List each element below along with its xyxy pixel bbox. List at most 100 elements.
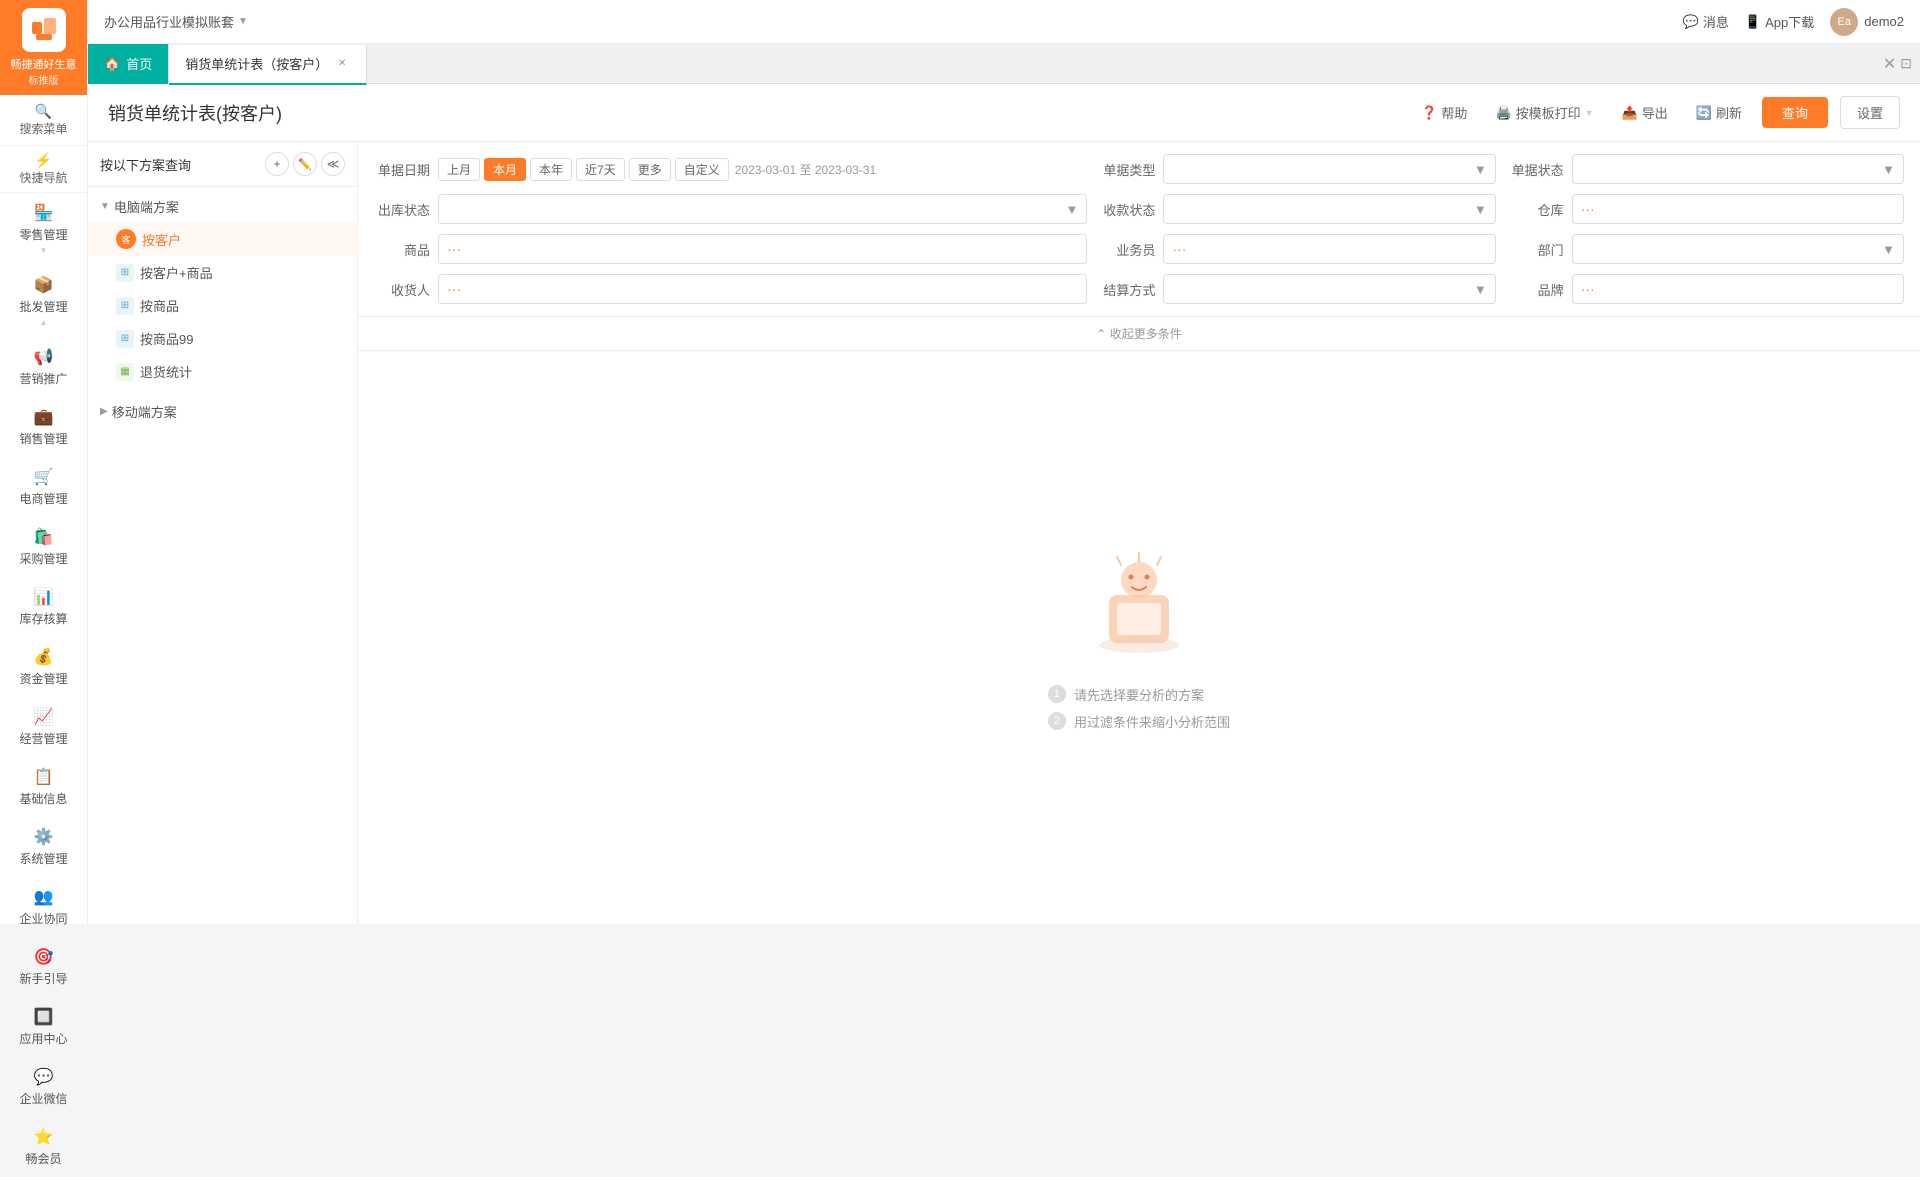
out-status-select[interactable]: ▼ [438, 194, 1087, 224]
edit-scheme-btn[interactable]: ✏️ [293, 152, 317, 176]
date-last-month-btn[interactable]: 上月 [438, 158, 480, 181]
settle-method-select[interactable]: ▼ [1163, 274, 1495, 304]
newbie-label: 新手引导 [19, 970, 67, 987]
scheme-panel-title: 按以下方案查询 [100, 155, 259, 174]
template-print-btn[interactable]: 🖨️ 按模板打印 ▼ [1487, 99, 1601, 126]
sidebar-item-marketing[interactable]: 📢 营销推广 [0, 337, 87, 397]
sidebar-item-ecommerce[interactable]: 🛒 电商管理 [0, 457, 87, 517]
filter-row-2: 出库状态 ▼ 收款状态 ▼ 仓库 [374, 194, 1904, 224]
user-profile-btn[interactable]: Ea demo2 [1830, 8, 1904, 36]
message-icon: 💬 [1683, 14, 1699, 30]
refresh-btn[interactable]: 🔄 刷新 [1688, 99, 1750, 126]
scheme-item-by-goods-99[interactable]: ⊞ 按商品99 [88, 322, 357, 355]
sidebar-item-sales[interactable]: 💼 销售管理 [0, 397, 87, 457]
by-goods-99-icon: ⊞ [116, 330, 134, 348]
consignee-field: 收货人 ··· [374, 274, 1087, 304]
header-left: 办公用品行业模拟账套 ▼ [104, 12, 248, 31]
collapse-up-icon: ⌃ [1096, 327, 1106, 341]
date-this-month-btn[interactable]: 本月 [484, 158, 526, 181]
collapse-panel-btn[interactable]: ≪ [321, 152, 345, 176]
app-name: 畅捷通好生意 [11, 56, 77, 72]
filter-row-4: 收货人 ··· 结算方式 ▼ 品牌 [374, 274, 1904, 304]
date-range-display: 2023-03-01 至 2023-03-31 [735, 161, 876, 178]
add-scheme-btn[interactable]: + [265, 152, 289, 176]
recv-status-select[interactable]: ▼ [1163, 194, 1495, 224]
operation-icon: 📈 [34, 707, 54, 727]
help-btn[interactable]: ❓ 帮助 [1413, 99, 1475, 126]
settings-button[interactable]: 设置 [1840, 96, 1900, 129]
scheme-item-by-customer[interactable]: 客 按客户 [88, 222, 357, 256]
sales-stat-tab-label: 销货单统计表（按客户） [185, 54, 328, 73]
mobile-scheme-parent[interactable]: ▶ 移动端方案 [88, 396, 357, 427]
sidebar-search[interactable]: 🔍 搜索菜单 [0, 95, 87, 146]
message-btn[interactable]: 💬 消息 [1683, 12, 1729, 31]
warehouse-select[interactable]: ··· [1572, 194, 1904, 224]
tab-close-btn[interactable]: ✕ [334, 56, 350, 72]
basic-icon: 📋 [34, 767, 54, 787]
sidebar-item-basic[interactable]: 📋 基础信息 [0, 757, 87, 817]
date-this-year-btn[interactable]: 本年 [530, 158, 572, 181]
tab-home[interactable]: 🏠 首页 [88, 44, 169, 84]
doc-type-chevron: ▼ [1474, 162, 1487, 177]
collapse-bar[interactable]: ⌃ 收起更多条件 [358, 317, 1920, 351]
consignee-select[interactable]: ··· [438, 274, 1087, 304]
tip-num-1: 1 [1048, 685, 1066, 703]
scheme-item-by-customer-goods[interactable]: ⊞ 按客户+商品 [88, 256, 357, 289]
tip-num-2: 2 [1048, 712, 1066, 730]
retail-arrow: ▼ [40, 246, 48, 255]
warehouse-ellipsis: ··· [1581, 201, 1595, 217]
doc-type-select[interactable]: ▼ [1163, 154, 1495, 184]
return-stat-icon: ▦ [116, 363, 134, 381]
sidebar-item-retail[interactable]: 🏪 零售管理 ▼ [0, 193, 87, 265]
sidebar-item-wholesale[interactable]: 📦 批发管理 ▲ [0, 265, 87, 337]
wechat-label: 企业微信 [19, 1090, 67, 1107]
sidebar-item-system[interactable]: ⚙️ 系统管理 [0, 817, 87, 877]
doc-status-select[interactable]: ▼ [1572, 154, 1904, 184]
warehouse-field: 仓库 ··· [1508, 194, 1904, 224]
sidebar-item-operation[interactable]: 📈 经营管理 [0, 697, 87, 757]
sidebar-item-inventory[interactable]: 📊 库存核算 [0, 577, 87, 637]
sidebar-item-apps[interactable]: 🔲 应用中心 [0, 997, 87, 1057]
goods-select[interactable]: ··· [438, 234, 1087, 264]
mobile-chevron-icon: ▶ [100, 406, 108, 417]
main-body: 按以下方案查询 + ✏️ ≪ ▼ 电脑端方案 客 按客户 [88, 142, 1920, 924]
date-custom-btn[interactable]: 自定义 [675, 158, 729, 181]
sidebar-item-wechat[interactable]: 💬 企业微信 [0, 1057, 87, 1117]
scheme-item-return-stat[interactable]: ▦ 退货统计 [88, 355, 357, 388]
sidebar-item-newbie[interactable]: 🎯 新手引导 [0, 937, 87, 997]
pc-scheme-parent[interactable]: ▼ 电脑端方案 [88, 191, 357, 222]
sidebar-item-enterprise[interactable]: 👥 企业协同 [0, 877, 87, 937]
export-btn[interactable]: 📤 导出 [1614, 99, 1676, 126]
query-button[interactable]: 查询 [1762, 97, 1828, 128]
empty-tip-2: 2 用过滤条件来缩小分析范围 [1048, 712, 1230, 731]
sidebar-shortcut[interactable]: ⚡ 快捷导航 [0, 146, 87, 193]
member-icon: ⭐ [34, 1127, 54, 1147]
sidebar-item-finance[interactable]: 💰 资金管理 [0, 637, 87, 697]
app-download-btn[interactable]: 📱 App下载 [1745, 12, 1814, 31]
dept-select[interactable]: ▼ [1572, 234, 1904, 264]
dept-chevron: ▼ [1882, 242, 1895, 257]
brand-select[interactable]: ··· [1572, 274, 1904, 304]
download-icon: 📱 [1745, 14, 1761, 30]
dept-label: 部门 [1508, 240, 1564, 259]
industry-selector[interactable]: 办公用品行业模拟账套 ▼ [104, 12, 248, 31]
tab-sales-stat[interactable]: 销货单统计表（按客户） ✕ [169, 45, 367, 85]
scheme-item-by-goods[interactable]: ⊞ 按商品 [88, 289, 357, 322]
date-more-btn[interactable]: 更多 [629, 158, 671, 181]
sales-label: 销售管理 [19, 430, 67, 447]
sidebar-item-purchase[interactable]: 🛍️ 采购管理 [0, 517, 87, 577]
system-icon: ⚙️ [34, 827, 54, 847]
retail-label: 零售管理 [19, 226, 67, 243]
search-label: 搜索菜单 [4, 120, 83, 137]
warehouse-label: 仓库 [1508, 200, 1564, 219]
tab-close-all-btn[interactable]: ✕ [1883, 54, 1896, 74]
salesman-select[interactable]: ··· [1163, 234, 1495, 264]
sidebar-item-member[interactable]: ⭐ 畅会员 [0, 1117, 87, 1177]
by-goods-icon: ⊞ [116, 297, 134, 315]
marketing-icon: 📢 [34, 347, 54, 367]
date-last-7days-btn[interactable]: 近7天 [576, 158, 625, 181]
date-label: 单据日期 [374, 160, 430, 179]
goods-ellipsis: ··· [447, 241, 461, 257]
pc-chevron-icon: ▼ [100, 201, 110, 212]
tab-maximize-btn[interactable]: ⊡ [1900, 55, 1912, 72]
